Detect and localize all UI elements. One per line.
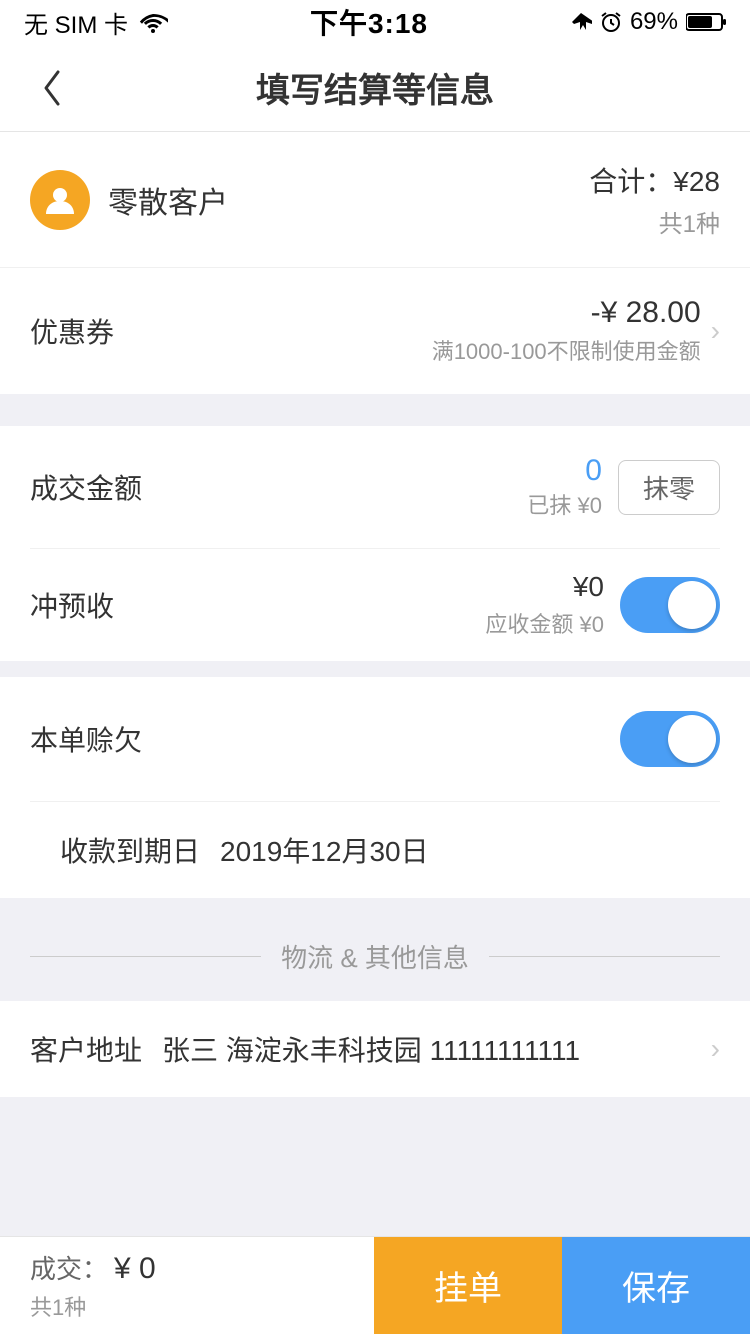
round-zero-button[interactable]: 抹零 xyxy=(618,460,720,515)
status-bar: 无 SIM 卡 下午3:18 69% xyxy=(0,0,750,44)
coupon-desc: 满1000-100不限制使用金额 xyxy=(432,334,701,366)
suspend-button[interactable]: 挂单 xyxy=(374,1237,562,1334)
coupon-right-content: -¥ 28.00 满1000-100不限制使用金额 xyxy=(432,296,701,366)
logistics-divider-right xyxy=(489,956,720,957)
nav-title: 填写结算等信息 xyxy=(256,63,494,112)
prepay-values: ¥0 应收金额 ¥0 xyxy=(485,571,604,639)
total-amount: 合计：¥28 xyxy=(589,160,720,200)
section-divider-1 xyxy=(0,410,750,426)
logistics-section: 物流 & 其他信息 xyxy=(0,914,750,999)
coupon-label: 优惠券 xyxy=(30,311,114,351)
transaction-amount-label: 成交金额 xyxy=(30,467,142,507)
section-divider-2 xyxy=(0,661,750,677)
customer-row: 零散客户 合计：¥28 共1种 xyxy=(0,132,750,267)
bottom-deal-label: 成交： xyxy=(30,1249,108,1286)
bottom-bar: 成交： ¥ 0 共1种 挂单 保存 xyxy=(0,1236,750,1334)
transaction-section: 成交金额 0 已抹 ¥0 抹零 冲预收 ¥0 应收金额 ¥0 xyxy=(0,426,750,661)
prepay-amount: ¥0 xyxy=(485,571,604,603)
coupon-chevron-icon: › xyxy=(711,315,720,347)
bottom-count: 共1种 xyxy=(30,1290,344,1322)
transaction-amount-right: 0 已抹 ¥0 抹零 xyxy=(527,454,720,520)
customer-left: 零散客户 xyxy=(30,170,228,230)
status-left: 无 SIM 卡 xyxy=(24,5,168,40)
customer-avatar xyxy=(30,170,90,230)
nav-bar: 填写结算等信息 xyxy=(0,44,750,132)
bottom-deal-amount: ¥ 0 xyxy=(114,1252,156,1286)
avatar-icon xyxy=(42,182,78,218)
bottom-deal: 成交： ¥ 0 xyxy=(30,1249,344,1286)
customer-section: 零散客户 合计：¥28 共1种 优惠券 -¥ 28.00 满1000-100不限… xyxy=(0,132,750,394)
battery-text: 69% xyxy=(630,8,678,36)
address-row[interactable]: 客户地址 张三 海淀永丰科技园 11111111111 › xyxy=(0,1001,750,1097)
transaction-amount-value: 0 xyxy=(585,454,602,487)
status-right: 69% xyxy=(570,8,726,36)
save-button[interactable]: 保存 xyxy=(562,1237,750,1334)
debit-toggle-knob xyxy=(668,715,716,763)
customer-name: 零散客户 xyxy=(108,178,228,222)
prepay-toggle-knob xyxy=(668,581,716,629)
already-rounded-text: 已抹 ¥0 xyxy=(527,488,602,520)
prepay-label: 冲预收 xyxy=(30,585,114,625)
no-sim-text: 无 SIM 卡 xyxy=(24,5,128,40)
debit-toggle[interactable] xyxy=(620,711,720,767)
customer-right: 合计：¥28 共1种 xyxy=(589,160,720,239)
logistics-divider-left xyxy=(30,956,261,957)
location-icon xyxy=(570,11,592,33)
back-button[interactable] xyxy=(30,66,74,110)
address-value: 张三 海淀永丰科技园 11111111111 xyxy=(162,1029,711,1069)
due-date-label: 收款到期日 xyxy=(60,830,200,870)
battery-icon xyxy=(686,12,726,32)
total-count: 共1种 xyxy=(589,204,720,239)
due-date-value: 2019年12月30日 xyxy=(220,830,429,870)
prepay-row: 冲预收 ¥0 应收金额 ¥0 xyxy=(30,549,720,661)
alarm-icon xyxy=(600,11,622,33)
debit-section: 本单赊欠 收款到期日 2019年12月30日 xyxy=(0,677,750,898)
debit-label: 本单赊欠 xyxy=(30,719,142,759)
prepay-toggle[interactable] xyxy=(620,577,720,633)
bottom-summary: 成交： ¥ 0 共1种 xyxy=(0,1249,374,1322)
coupon-discount: -¥ 28.00 xyxy=(432,296,701,330)
address-label: 客户地址 xyxy=(30,1029,142,1069)
prepay-receivable: 应收金额 ¥0 xyxy=(485,607,604,639)
status-time: 下午3:18 xyxy=(310,2,428,42)
main-content: 零散客户 合计：¥28 共1种 优惠券 -¥ 28.00 满1000-100不限… xyxy=(0,132,750,1197)
wifi-icon xyxy=(138,11,168,33)
address-chevron-icon: › xyxy=(711,1033,720,1065)
prepay-right: ¥0 应收金额 ¥0 xyxy=(485,571,720,639)
debit-row: 本单赊欠 xyxy=(30,677,720,801)
transaction-amount-row: 成交金额 0 已抹 ¥0 抹零 xyxy=(30,426,720,549)
coupon-row[interactable]: 优惠券 -¥ 28.00 满1000-100不限制使用金额 › xyxy=(0,267,750,394)
due-date-row: 收款到期日 2019年12月30日 xyxy=(30,801,720,898)
section-divider-3 xyxy=(0,898,750,914)
logistics-text: 物流 & 其他信息 xyxy=(261,938,489,975)
coupon-right: -¥ 28.00 满1000-100不限制使用金额 › xyxy=(432,296,720,366)
